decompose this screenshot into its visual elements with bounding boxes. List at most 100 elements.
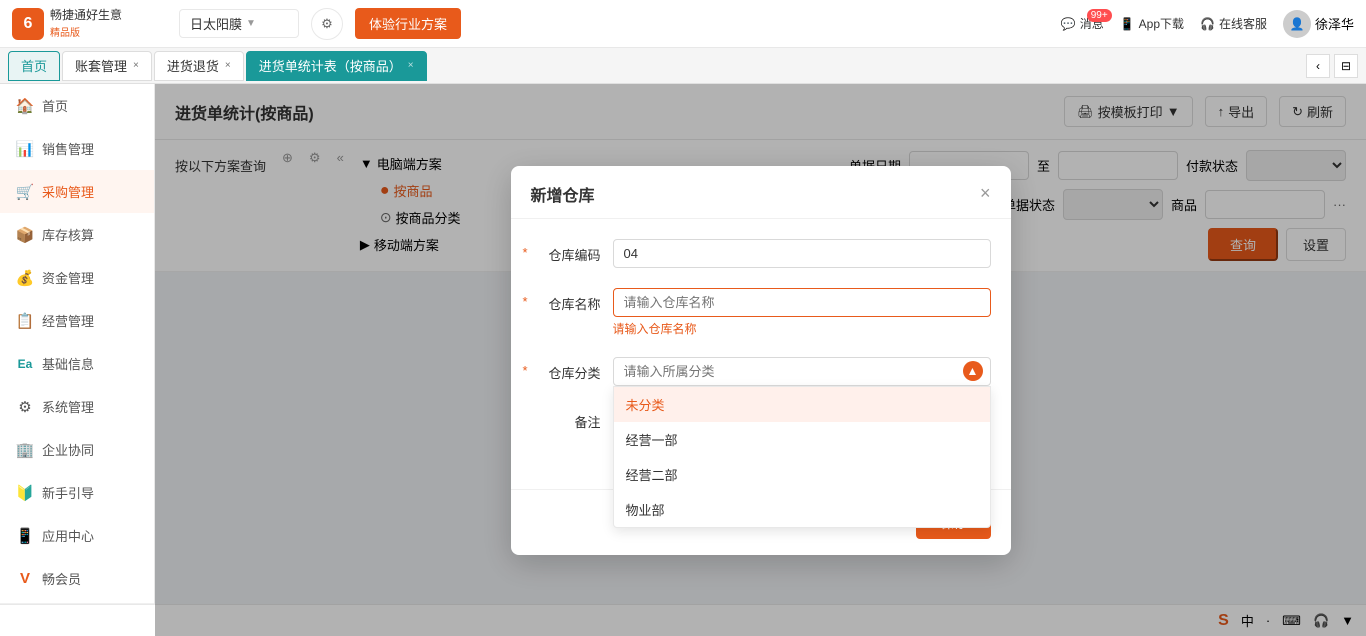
sidebar-item-system-label: 系统管理 [42,397,94,416]
sidebar-item-sales-label: 销售管理 [42,139,94,158]
sidebar-item-finance-label: 资金管理 [42,268,94,287]
tab-home-label: 首页 [21,56,47,75]
headset-icon: 🎧 [1200,17,1215,31]
logo-badge: 精品版 [50,24,122,39]
sidebar-item-purchase-label: 采购管理 [42,182,94,201]
tab-purchase-return-label: 进货退货 [167,56,219,75]
dialog-close-button[interactable]: × [980,183,991,204]
sidebar-item-basic[interactable]: Ea 基础信息 [0,342,154,385]
store-arrow-icon: ▼ [246,18,256,29]
tab-purchase-stats-label: 进货单统计表（按商品） [259,56,402,75]
sidebar-item-purchase[interactable]: 🛒 采购管理 [0,170,154,213]
dialog-header: 新增仓库 × [511,166,1011,219]
sidebar-item-sales[interactable]: 📊 销售管理 [0,127,154,170]
sidebar-item-system[interactable]: ⚙ 系统管理 [0,385,154,428]
category-dropdown-toggle[interactable]: ▲ [963,361,983,381]
vip-icon: V [16,570,34,588]
category-select-wrap: ▲ 未分类 经营一部 经营二部 物业部 [613,357,991,386]
guide-icon: 🔰 [16,484,34,502]
modal-overlay: 新增仓库 × 仓库编码 仓库名称 [155,84,1366,636]
main-layout: 🏠 首页 📊 销售管理 🛒 采购管理 📦 库存核算 💰 资金管理 📋 经营管理 … [0,84,1366,636]
add-warehouse-dialog: 新增仓库 × 仓库编码 仓库名称 [511,166,1011,555]
inventory-icon: 📦 [16,226,34,244]
sidebar-item-basic-label: 基础信息 [42,354,94,373]
tab-purchase-return-close-icon[interactable]: × [225,60,231,71]
sidebar-item-inventory-label: 库存核算 [42,225,94,244]
name-form-row: 仓库名称 请输入仓库名称 [531,288,991,337]
store-name: 日太阳膜 [190,14,242,33]
sidebar-item-guide[interactable]: 🔰 新手引导 [0,471,154,514]
avatar: 👤 [1283,10,1311,38]
header-center: 日太阳膜 ▼ ⚙ 体验行业方案 [167,8,1061,40]
message-button[interactable]: 💬 消息 99+ [1061,15,1104,32]
code-control [613,239,991,268]
dialog-title: 新增仓库 [531,182,595,206]
tab-purchase-stats-close-icon[interactable]: × [408,60,414,71]
tab-accounts-label: 账套管理 [75,56,127,75]
trial-button[interactable]: 体验行业方案 [355,8,461,39]
sales-icon: 📊 [16,140,34,158]
purchase-icon: 🛒 [16,183,34,201]
code-label: 仓库编码 [531,239,601,264]
dropdown-item-dept2[interactable]: 经营二部 [614,457,990,492]
logo-text: 畅捷通好生意 [50,8,122,24]
name-label: 仓库名称 [531,288,601,313]
name-error-msg: 请输入仓库名称 [613,320,991,337]
settings-button[interactable]: ⚙ [311,8,343,40]
sidebar-item-management[interactable]: 📋 经营管理 [0,299,154,342]
tab-purchase-return[interactable]: 进货退货 × [154,51,244,81]
sidebar-item-enterprise[interactable]: 🏢 企业协同 [0,428,154,471]
note-label: 备注 [531,406,601,431]
sidebar-item-finance[interactable]: 💰 资金管理 [0,256,154,299]
logo-area: 6 畅捷通好生意 精品版 [12,8,167,40]
sidebar-item-vip-label: 畅会员 [42,569,81,588]
header-right: 💬 消息 99+ 📱 App下载 🎧 在线客服 👤 徐泽华 [1061,10,1354,38]
app-label: App下载 [1139,15,1184,32]
dialog-body: 仓库编码 仓库名称 请输入仓库名称 [511,219,1011,469]
tab-controls: ‹ ⊟ [1306,54,1358,78]
home-icon: 🏠 [16,97,34,115]
tab-next-button[interactable]: ⊟ [1334,54,1358,78]
gear-icon: ⚙ [321,16,333,32]
system-icon: ⚙ [16,398,34,416]
category-input[interactable] [613,357,991,386]
content-area: 进货单统计(按商品) 🖨 按模板打印 ▼ ↑ 导出 ↻ 刷新 按以下方案查询 [155,84,1366,636]
sidebar: 🏠 首页 📊 销售管理 🛒 采购管理 📦 库存核算 💰 资金管理 📋 经营管理 … [0,84,155,636]
warehouse-code-input[interactable] [613,239,991,268]
sidebar-item-inventory[interactable]: 📦 库存核算 [0,213,154,256]
dropdown-item-property[interactable]: 物业部 [614,492,990,527]
sidebar-item-home-label: 首页 [42,96,68,115]
service-button[interactable]: 🎧 在线客服 [1200,15,1267,32]
category-control: ▲ 未分类 经营一部 经营二部 物业部 [613,357,991,386]
sidebar-item-guide-label: 新手引导 [42,483,94,502]
service-label: 在线客服 [1219,15,1267,32]
dropdown-item-dept1[interactable]: 经营一部 [614,422,990,457]
apps-icon: 📱 [16,527,34,545]
sidebar-item-management-label: 经营管理 [42,311,94,330]
basic-info-icon: Ea [16,355,34,373]
tab-prev-button[interactable]: ‹ [1306,54,1330,78]
management-icon: 📋 [16,312,34,330]
warehouse-name-input[interactable] [613,288,991,317]
user-avatar-area[interactable]: 👤 徐泽华 [1283,10,1354,38]
name-control: 请输入仓库名称 [613,288,991,337]
tab-accounts[interactable]: 账套管理 × [62,51,152,81]
app-download-button[interactable]: 📱 App下载 [1120,15,1184,32]
store-selector[interactable]: 日太阳膜 ▼ [179,9,299,38]
tab-purchase-stats[interactable]: 进货单统计表（按商品） × [246,51,427,81]
enterprise-icon: 🏢 [16,441,34,459]
sidebar-item-enterprise-label: 企业协同 [42,440,94,459]
tab-home[interactable]: 首页 [8,51,60,81]
tab-accounts-close-icon[interactable]: × [133,60,139,71]
dropdown-item-unclassified[interactable]: 未分类 [614,387,990,422]
logo-icon: 6 [12,8,44,40]
finance-icon: 💰 [16,269,34,287]
sidebar-item-home[interactable]: 🏠 首页 [0,84,154,127]
sidebar-item-vip[interactable]: V 畅会员 [0,557,154,600]
sidebar-item-apps[interactable]: 📱 应用中心 [0,514,154,557]
category-form-row: 仓库分类 ▲ 未分类 经营一部 经营二部 物业部 [531,357,991,386]
top-header: 6 畅捷通好生意 精品版 日太阳膜 ▼ ⚙ 体验行业方案 💬 消息 99+ 📱 … [0,0,1366,48]
code-form-row: 仓库编码 [531,239,991,268]
message-icon: 💬 [1061,17,1076,31]
mobile-icon: 📱 [1120,17,1135,31]
